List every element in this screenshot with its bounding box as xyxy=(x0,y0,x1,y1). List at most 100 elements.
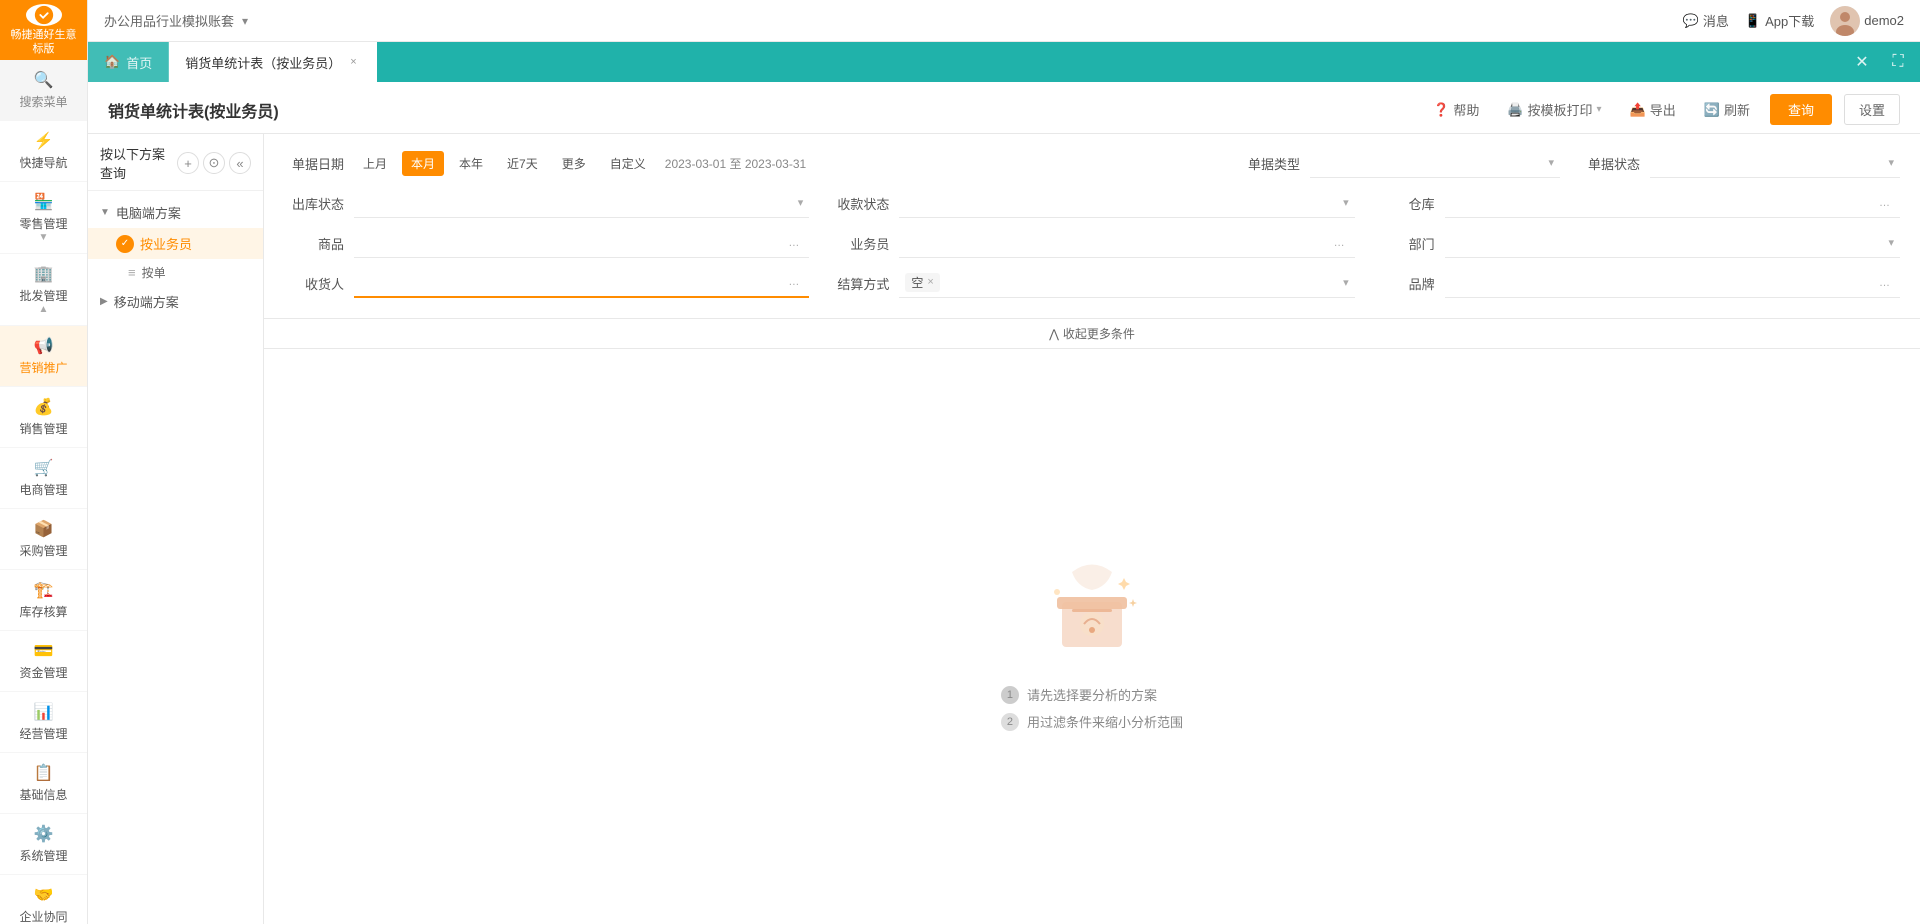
brand-more-icon[interactable]: … xyxy=(1875,277,1894,289)
refresh-btn[interactable]: 🔄 刷新 xyxy=(1696,96,1758,123)
sidebar-item-marketing[interactable]: 📢 营销推广 xyxy=(0,326,87,387)
basic-info-icon: 📋 xyxy=(34,763,54,783)
scheme-item-by-salesperson-label: 按业务员 xyxy=(140,234,192,253)
payment-status-dropdown[interactable]: ▾ xyxy=(899,188,1354,218)
receiver-input[interactable]: … xyxy=(354,268,809,298)
sidebar-item-ecommerce[interactable]: 🛒 电商管理 xyxy=(0,448,87,509)
tab-close-btn[interactable]: × xyxy=(347,55,359,69)
topbar-user-btn[interactable]: demo2 xyxy=(1830,6,1904,36)
quick-nav-icon: ⚡ xyxy=(34,131,54,151)
sidebar-item-inventory[interactable]: 🏗️ 库存核算 xyxy=(0,570,87,631)
date-btn-this-year[interactable]: 本年 xyxy=(450,151,492,176)
warehouse-more-icon[interactable]: … xyxy=(1875,197,1894,209)
settlement-label: 结算方式 xyxy=(829,274,899,293)
help-label: 帮助 xyxy=(1453,100,1479,119)
doc-status-dropdown[interactable]: ▾ xyxy=(1650,148,1900,178)
date-label: 单据日期 xyxy=(284,154,354,173)
enterprise-icon: 🤝 xyxy=(34,885,54,905)
salesperson-input[interactable]: … xyxy=(899,228,1354,258)
goods-label: 商品 xyxy=(284,234,354,253)
filter-col-dept: 部门 ▾ xyxy=(1375,228,1900,258)
date-btn-custom[interactable]: 自定义 xyxy=(601,151,655,176)
tab-bar-actions: ✕ ⛶ xyxy=(1848,48,1920,76)
download-icon: 📱 xyxy=(1745,13,1761,29)
sidebar-item-retail[interactable]: 🏪 零售管理 ▼ xyxy=(0,182,87,254)
sidebar-item-finance[interactable]: 💳 资金管理 xyxy=(0,631,87,692)
topbar-app-download-label: App下载 xyxy=(1765,11,1814,30)
sidebar-item-quick-nav[interactable]: ⚡ 快捷导航 xyxy=(0,121,87,182)
filter-col-doc-status: 单据状态 ▾ xyxy=(1580,148,1900,178)
sidebar-item-sales[interactable]: 💰 销售管理 xyxy=(0,387,87,448)
active-scheme-dot: ✓ xyxy=(116,235,134,253)
settlement-tag: 空 × xyxy=(905,273,939,292)
date-range-text: 2023-03-01 至 2023-03-31 xyxy=(665,155,806,172)
topbar-message-btn[interactable]: 💬 消息 xyxy=(1683,11,1729,30)
page-header: 销货单统计表(按业务员) ❓ 帮助 🖨️ 按模板打印 ▾ 📤 导出 🔄 刷 xyxy=(88,82,1920,134)
topbar-message-label: 消息 xyxy=(1703,11,1729,30)
template-print-btn[interactable]: 🖨️ 按模板打印 ▾ xyxy=(1499,96,1609,123)
sidebar-item-search[interactable]: 🔍 搜索菜单 xyxy=(0,60,87,121)
receiver-more-icon[interactable]: … xyxy=(784,276,803,288)
dept-dropdown[interactable]: ▾ xyxy=(1445,228,1900,258)
ship-status-label: 出库状态 xyxy=(284,194,354,213)
date-btn-this-month[interactable]: 本月 xyxy=(402,151,444,176)
topbar-app-download-btn[interactable]: 📱 App下载 xyxy=(1745,11,1814,30)
sidebar-item-wholesale[interactable]: 🏢 批发管理 ▲ xyxy=(0,254,87,326)
collapse-panel-btn[interactable]: « xyxy=(229,152,251,174)
settlement-arrow: ▾ xyxy=(1343,276,1349,289)
tab-sales-stats[interactable]: 销货单统计表（按业务员） × xyxy=(169,42,376,82)
maximize-icon: ⛶ xyxy=(1892,53,1903,71)
tip-2-text: 用过滤条件来缩小分析范围 xyxy=(1027,712,1183,731)
settlement-dropdown[interactable]: 空 × ▾ xyxy=(899,268,1354,298)
sidebar-item-basic-info[interactable]: 📋 基础信息 xyxy=(0,753,87,814)
warehouse-label: 仓库 xyxy=(1375,194,1445,213)
doc-status-arrow: ▾ xyxy=(1888,156,1894,169)
date-btn-last-month[interactable]: 上月 xyxy=(354,151,396,176)
date-btn-more[interactable]: 更多 xyxy=(553,151,595,176)
sales-icon: 💰 xyxy=(34,397,54,417)
sidebar-quick-nav-label: 快捷导航 xyxy=(19,154,67,171)
sidebar-finance-label: 资金管理 xyxy=(19,664,67,681)
brand-label: 品牌 xyxy=(1375,274,1445,293)
salesperson-more-icon[interactable]: … xyxy=(1330,237,1349,249)
tab-maximize-btn[interactable]: ⛶ xyxy=(1884,48,1912,76)
retail-icon: 🏪 xyxy=(34,192,54,212)
help-btn[interactable]: ❓ 帮助 xyxy=(1425,96,1487,123)
doc-type-dropdown[interactable]: ▾ xyxy=(1310,148,1560,178)
goods-input[interactable]: … xyxy=(354,228,809,258)
date-btn-7days[interactable]: 近7天 xyxy=(498,151,547,176)
sidebar-item-system[interactable]: ⚙️ 系统管理 xyxy=(0,814,87,875)
sidebar-enterprise-label: 企业协同 xyxy=(19,908,67,924)
goods-more-icon[interactable]: … xyxy=(784,237,803,249)
settings-btn[interactable]: 设置 xyxy=(1844,94,1900,125)
sidebar-item-purchase[interactable]: 📦 采购管理 xyxy=(0,509,87,570)
query-btn[interactable]: 查询 xyxy=(1770,94,1832,125)
scheme-item-by-order[interactable]: ≡ 按单 xyxy=(88,259,263,286)
scheme-item-by-salesperson[interactable]: ✓ 按业务员 xyxy=(88,228,263,259)
scheme-group-mobile-header[interactable]: ▶ 移动端方案 xyxy=(88,286,263,317)
tab-close-all-btn[interactable]: ✕ xyxy=(1848,48,1876,76)
sidebar-item-operations[interactable]: 📊 经营管理 xyxy=(0,692,87,753)
sidebar-item-enterprise[interactable]: 🤝 企业协同 xyxy=(0,875,87,924)
tab-home-label: 首页 xyxy=(126,53,152,72)
add-scheme-btn[interactable]: + xyxy=(177,152,199,174)
topbar-dropdown-arrow[interactable]: ▾ xyxy=(242,14,248,28)
brand-input[interactable]: … xyxy=(1445,268,1900,298)
sidebar-purchase-label: 采购管理 xyxy=(19,542,67,559)
copy-scheme-btn[interactable]: ⊙ xyxy=(203,152,225,174)
ship-status-dropdown[interactable]: ▾ xyxy=(354,188,809,218)
settlement-tag-remove[interactable]: × xyxy=(927,277,933,288)
inventory-icon: 🏗️ xyxy=(34,580,54,600)
scheme-group-desktop-label: 电脑端方案 xyxy=(116,203,181,222)
collapse-bar[interactable]: ⋀ 收起更多条件 xyxy=(264,319,1920,349)
filter-row-1: 单据日期 上月 本月 本年 近7天 更多 自定义 2023-03-01 至 20… xyxy=(284,148,1900,178)
warehouse-input[interactable]: … xyxy=(1445,188,1900,218)
scheme-group-desktop-header[interactable]: ▼ 电脑端方案 xyxy=(88,197,263,228)
tab-home[interactable]: 🏠 首页 xyxy=(88,42,169,82)
sidebar-wholesale-label: 批发管理 xyxy=(19,287,67,304)
scheme-group-mobile-label: 移动端方案 xyxy=(114,292,179,311)
copy-icon: ⊙ xyxy=(209,155,220,171)
scheme-group-mobile: ▶ 移动端方案 xyxy=(88,286,263,317)
export-btn[interactable]: 📤 导出 xyxy=(1622,96,1684,123)
left-panel-actions: + ⊙ « xyxy=(177,152,251,174)
